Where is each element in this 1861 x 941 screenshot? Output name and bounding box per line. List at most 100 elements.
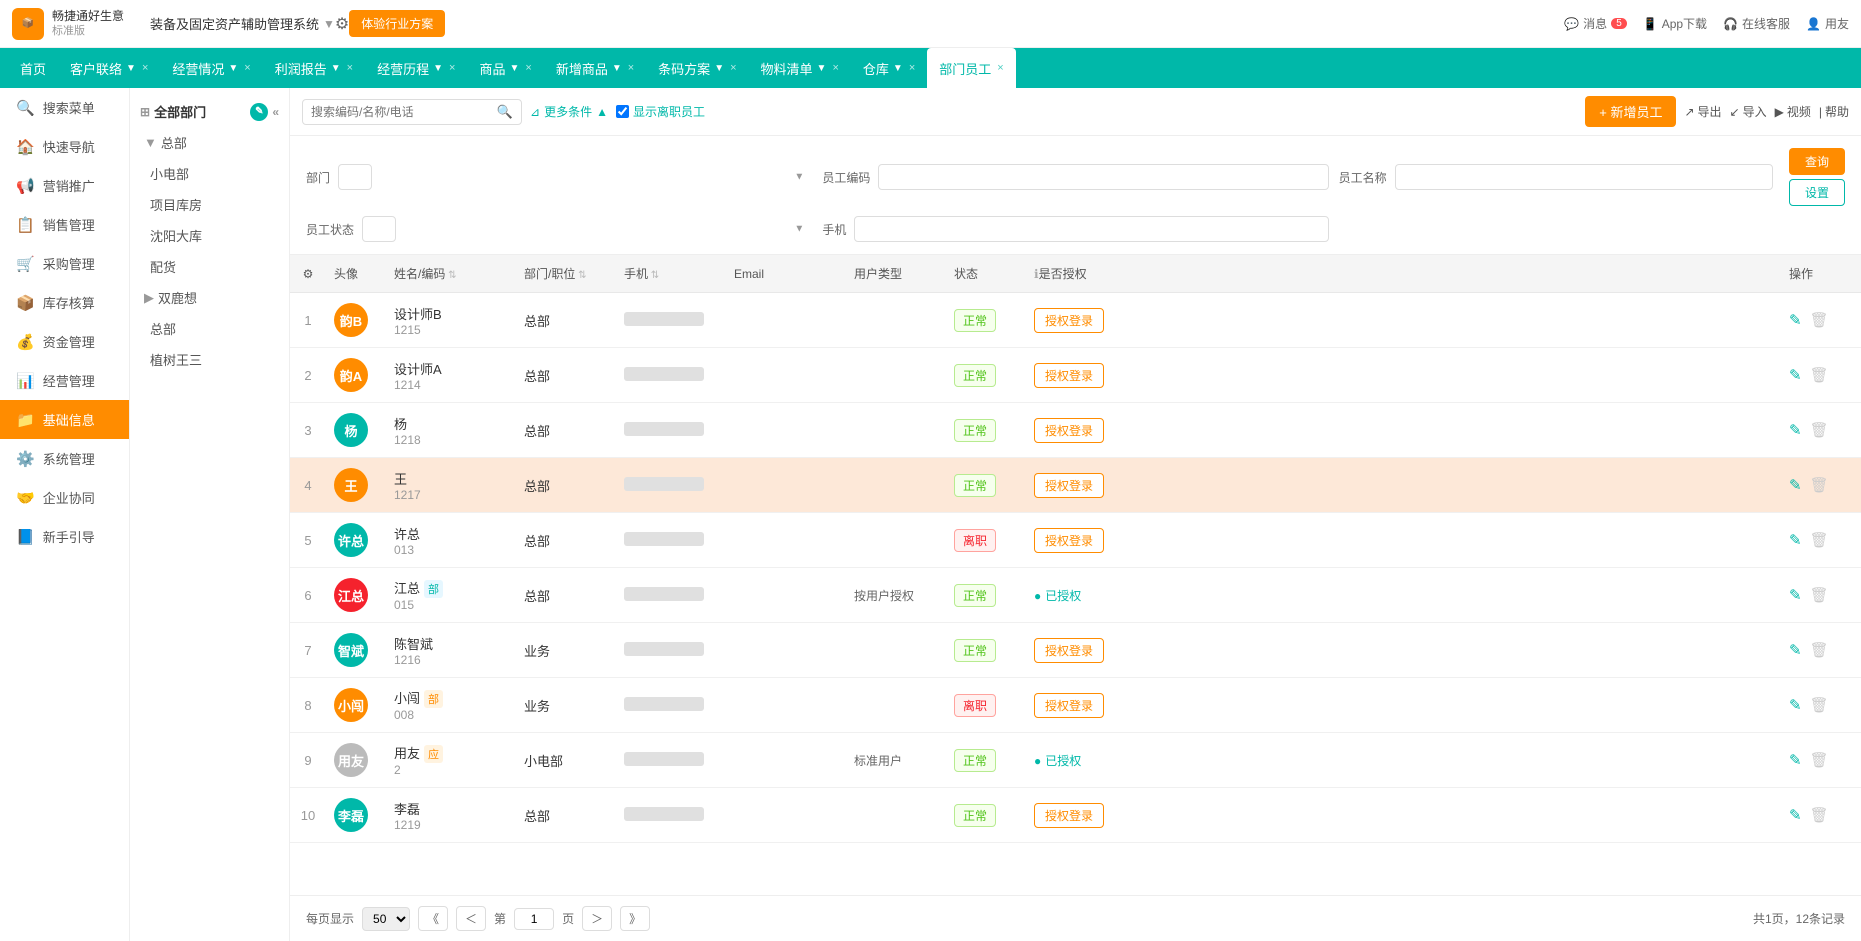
delete-button[interactable]: 🗑	[1810, 421, 1829, 439]
delete-button[interactable]: 🗑	[1810, 806, 1829, 824]
edit-button[interactable]: ✎	[1789, 696, 1802, 714]
tab-new-goods[interactable]: 新增商品▼×	[544, 48, 646, 88]
help-button[interactable]: | 帮助	[1819, 103, 1849, 120]
sidebar-item-inventory[interactable]: 📦 库存核算	[0, 283, 129, 322]
import-button[interactable]: ↙ 导入	[1730, 103, 1767, 120]
auth-button[interactable]: 授权登录	[1034, 473, 1104, 498]
dept-item-general[interactable]: ▼ 总部	[130, 127, 289, 158]
delete-button[interactable]: 🗑	[1810, 476, 1829, 494]
dept-item-total[interactable]: 总部	[130, 313, 289, 344]
tab-warehouse[interactable]: 仓库▼×	[851, 48, 927, 88]
tab-customer[interactable]: 客户联络▼×	[58, 48, 160, 88]
search-box[interactable]: 🔍	[302, 99, 522, 125]
delete-button[interactable]: 🗑	[1810, 751, 1829, 769]
tab-dept-emp[interactable]: 部门员工×	[927, 48, 1015, 88]
first-page-button[interactable]: 《	[418, 906, 448, 931]
next-page-button[interactable]: ＞	[582, 906, 612, 931]
edit-button[interactable]: ✎	[1789, 366, 1802, 384]
auth-button[interactable]: 授权登录	[1034, 528, 1104, 553]
search-input[interactable]	[311, 105, 497, 119]
tab-operations[interactable]: 经营情况▼×	[160, 48, 262, 88]
sidebar-item-basic[interactable]: 📁 基础信息	[0, 400, 129, 439]
sidebar-item-sales[interactable]: 📋 销售管理	[0, 205, 129, 244]
sidebar-item-bizmanage[interactable]: 📊 经营管理	[0, 361, 129, 400]
tab-bom-close[interactable]: ×	[832, 62, 838, 74]
tab-profit-close[interactable]: ×	[347, 62, 353, 74]
tab-history[interactable]: 经营历程▼×	[365, 48, 467, 88]
col-dept[interactable]: 部门/职位	[516, 255, 616, 293]
delete-button[interactable]: 🗑	[1810, 311, 1829, 329]
tab-new-goods-close[interactable]: ×	[628, 62, 634, 74]
auth-button[interactable]: 授权登录	[1034, 638, 1104, 663]
delete-button[interactable]: 🗑	[1810, 696, 1829, 714]
edit-button[interactable]: ✎	[1789, 421, 1802, 439]
tab-dept-emp-close[interactable]: ×	[997, 62, 1003, 74]
dept-item-proj-room[interactable]: 项目库房	[130, 189, 289, 220]
dept-item-shenyang[interactable]: 沈阳大库	[130, 220, 289, 251]
auth-button[interactable]: 授权登录	[1034, 803, 1104, 828]
message-button[interactable]: 💬 消息 5	[1564, 15, 1627, 32]
col-phone[interactable]: 手机	[616, 255, 726, 293]
dept-item-dual[interactable]: ▶ 双鹿想	[130, 282, 289, 313]
tab-goods-close[interactable]: ×	[525, 62, 531, 74]
delete-button[interactable]: 🗑	[1810, 641, 1829, 659]
dept-item-plant[interactable]: 植树王三	[130, 344, 289, 375]
tab-bom[interactable]: 物料清单▼×	[749, 48, 851, 88]
sidebar-item-collab[interactable]: 🤝 企业协同	[0, 478, 129, 517]
tab-warehouse-close[interactable]: ×	[909, 62, 915, 74]
try-button[interactable]: 体验行业方案	[349, 10, 445, 37]
last-page-button[interactable]: 》	[620, 906, 650, 931]
col-settings[interactable]: ⚙	[290, 255, 326, 293]
dropdown-arrow-system[interactable]: ▼	[323, 17, 335, 31]
edit-button[interactable]: ✎	[1789, 751, 1802, 769]
emp-name-input[interactable]	[1395, 164, 1773, 190]
phone-input[interactable]	[854, 216, 1328, 242]
gear-button[interactable]: ⚙	[335, 14, 349, 34]
tab-operations-close[interactable]: ×	[244, 62, 250, 74]
sidebar-item-purchase[interactable]: 🛒 采购管理	[0, 244, 129, 283]
tab-barcode[interactable]: 条码方案▼×	[646, 48, 748, 88]
tab-history-close[interactable]: ×	[449, 62, 455, 74]
dept-select[interactable]	[338, 164, 372, 190]
auth-button[interactable]: 授权登录	[1034, 693, 1104, 718]
dept-item-distribution[interactable]: 配货	[130, 251, 289, 282]
online-service-button[interactable]: 🎧 在线客服	[1723, 15, 1790, 32]
tab-profit[interactable]: 利润报告▼×	[263, 48, 365, 88]
add-employee-button[interactable]: + 新增员工	[1585, 96, 1676, 127]
delete-button[interactable]: 🗑	[1810, 586, 1829, 604]
auth-button[interactable]: 授权登录	[1034, 363, 1104, 388]
page-input[interactable]	[514, 908, 554, 930]
edit-button[interactable]: ✎	[1789, 806, 1802, 824]
user-menu[interactable]: 👤 用友	[1806, 15, 1849, 32]
emp-code-input[interactable]	[878, 164, 1328, 190]
dept-item-small-elec[interactable]: 小电部	[130, 158, 289, 189]
tab-barcode-close[interactable]: ×	[730, 62, 736, 74]
show-resigned-checkbox[interactable]: 显示离职员工	[616, 103, 705, 120]
delete-button[interactable]: 🗑	[1810, 366, 1829, 384]
edit-button[interactable]: ✎	[1789, 531, 1802, 549]
tab-customer-close[interactable]: ×	[142, 62, 148, 74]
prev-page-button[interactable]: ＜	[456, 906, 486, 931]
sidebar-item-guide[interactable]: 📘 新手引导	[0, 517, 129, 556]
more-filter-button[interactable]: ⊿ 更多条件 ▲	[530, 103, 608, 120]
tab-goods[interactable]: 商品▼×	[467, 48, 543, 88]
auth-button[interactable]: 授权登录	[1034, 308, 1104, 333]
settings-button[interactable]: 设置	[1789, 179, 1845, 206]
dept-edit-icon[interactable]: ✎	[250, 103, 268, 121]
tab-home[interactable]: 首页	[8, 48, 58, 88]
sidebar-item-system[interactable]: ⚙️ 系统管理	[0, 439, 129, 478]
app-download-button[interactable]: 📱 App下载	[1643, 15, 1707, 32]
emp-status-select[interactable]	[362, 216, 396, 242]
page-size-select[interactable]: 50	[362, 907, 410, 931]
sidebar-item-search[interactable]: 🔍 搜索菜单	[0, 88, 129, 127]
edit-button[interactable]: ✎	[1789, 476, 1802, 494]
col-name[interactable]: 姓名/编码	[386, 255, 516, 293]
dept-collapse-icon[interactable]: «	[272, 105, 279, 119]
delete-button[interactable]: 🗑	[1810, 531, 1829, 549]
edit-button[interactable]: ✎	[1789, 641, 1802, 659]
export-button[interactable]: ↗ 导出	[1684, 103, 1721, 120]
auth-button[interactable]: 授权登录	[1034, 418, 1104, 443]
show-resigned-input[interactable]	[616, 105, 629, 118]
edit-button[interactable]: ✎	[1789, 586, 1802, 604]
view-button[interactable]: ▶ 视频	[1775, 103, 1811, 120]
